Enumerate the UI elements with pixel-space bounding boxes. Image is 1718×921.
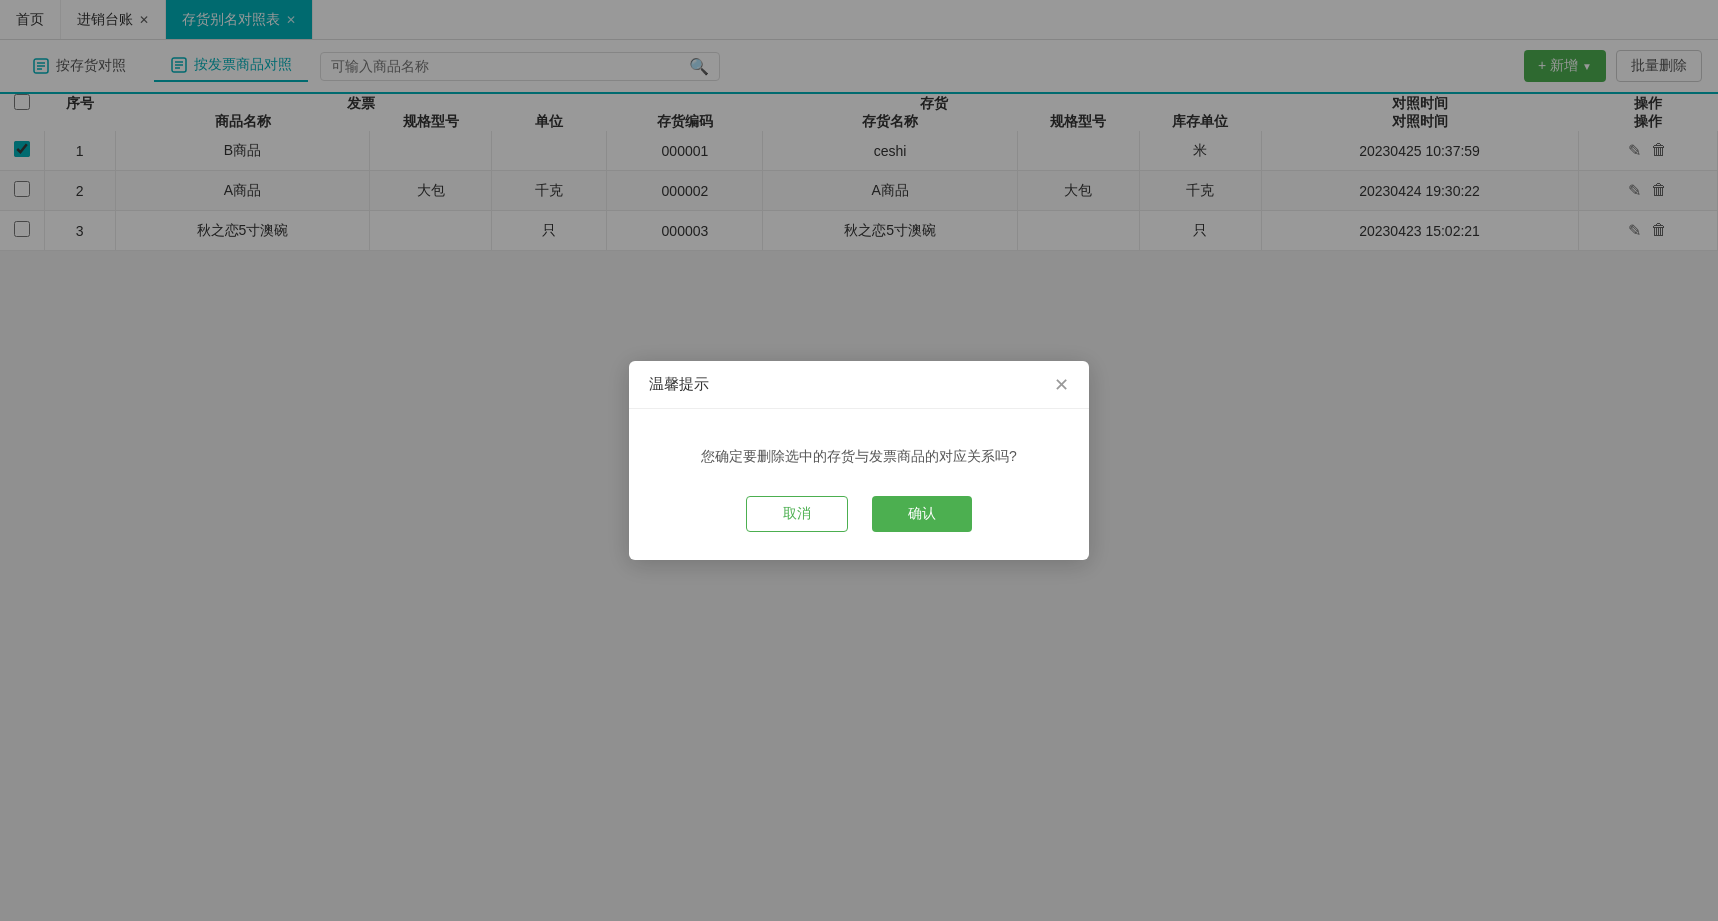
dialog-overlay: 温馨提示 ✕ 您确定要删除选中的存货与发票商品的对应关系吗? 取消 确认 [0,0,1718,251]
